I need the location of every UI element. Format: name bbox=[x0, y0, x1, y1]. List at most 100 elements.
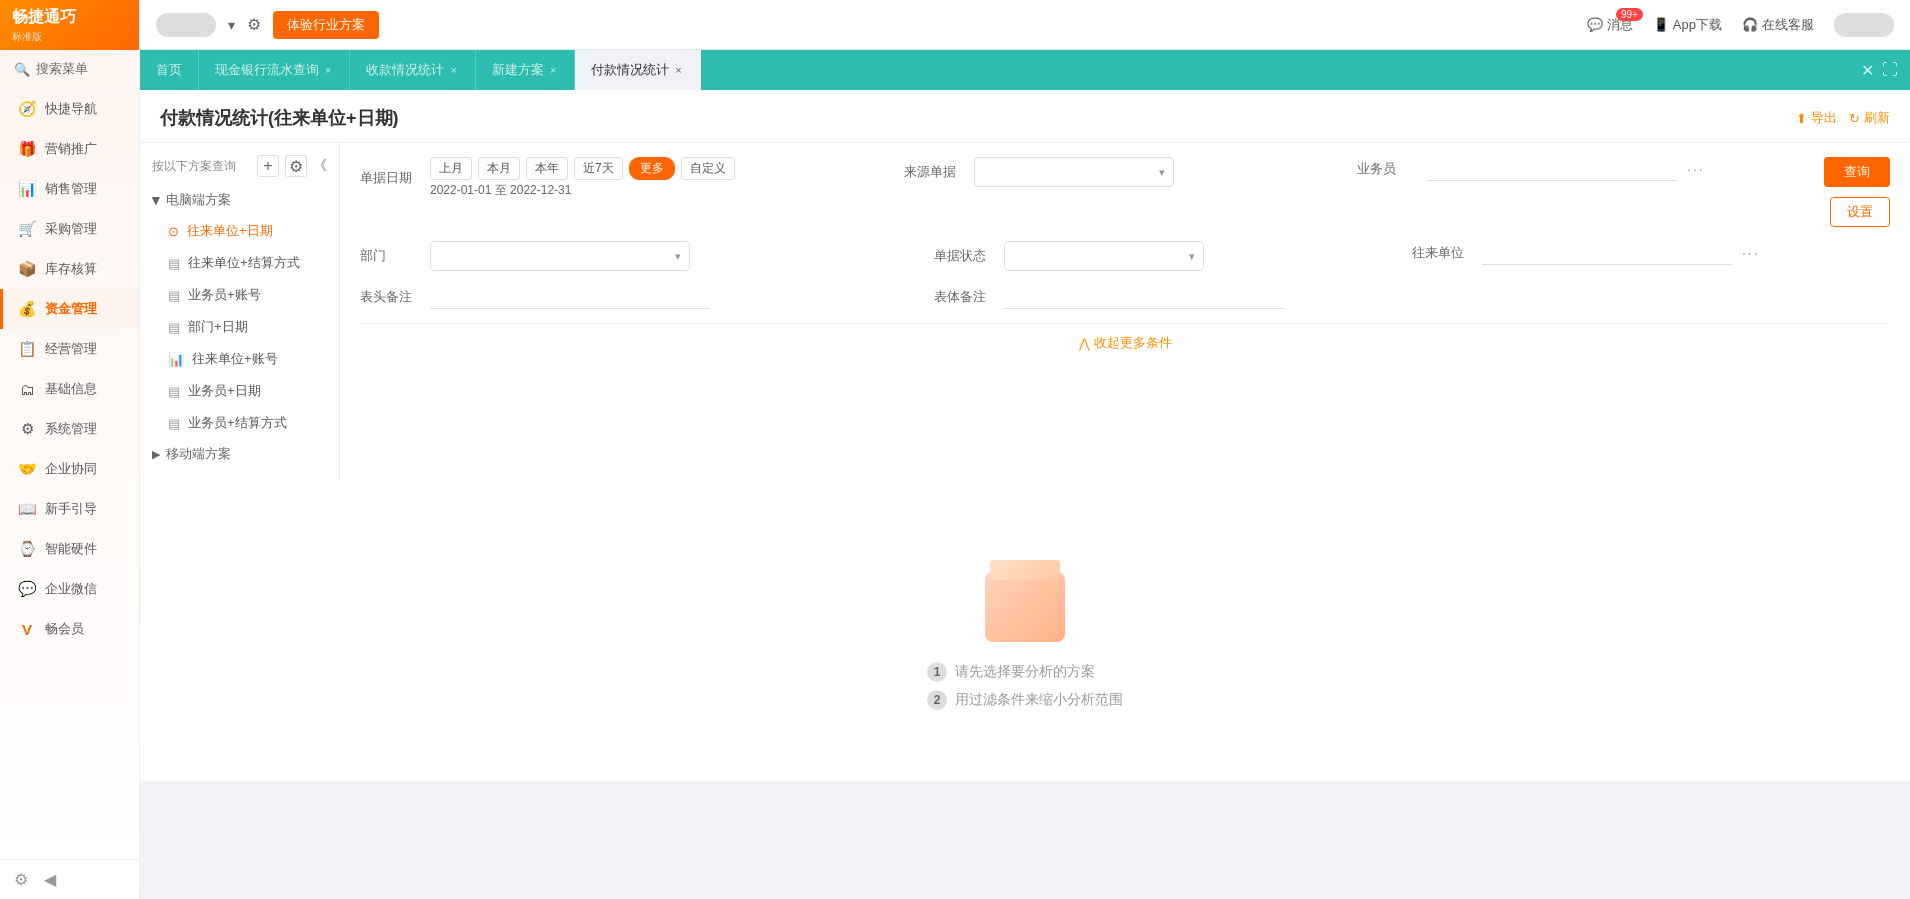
source-field: 来源单据 ▾ bbox=[904, 157, 1357, 187]
date-this-month[interactable]: 本月 bbox=[478, 157, 520, 180]
note-head-field: 表头备注 bbox=[360, 285, 934, 309]
salesperson-label: 业务员 bbox=[1357, 160, 1417, 178]
sidebar-item-enterprise[interactable]: 🤝 企业协同 bbox=[0, 449, 139, 489]
message-icon: 💬 bbox=[1587, 17, 1603, 32]
collapse-icon: ⋀ bbox=[1079, 336, 1090, 351]
scheme-item-0[interactable]: ⊙ 往来单位+日期 bbox=[140, 215, 339, 247]
tab-new-scheme-close[interactable]: × bbox=[548, 62, 558, 78]
tab-bank-close[interactable]: × bbox=[323, 62, 333, 78]
scheme-item-1[interactable]: ▤ 往来单位+结算方式 bbox=[140, 247, 339, 279]
tab-payment-close[interactable]: × bbox=[673, 62, 683, 78]
mobile-group-title[interactable]: ▶ 移动端方案 bbox=[140, 439, 339, 469]
date-range-value: 2022-01-01 至 2022-12-31 bbox=[430, 182, 735, 199]
scheme-collapse-btn[interactable]: 《 bbox=[313, 157, 327, 175]
scheme-icon-0: ⊙ bbox=[168, 224, 179, 239]
counterparty-more-btn[interactable]: ··· bbox=[1742, 245, 1760, 261]
status-select[interactable]: ▾ bbox=[1004, 241, 1204, 271]
scheme-add-btn[interactable]: + bbox=[257, 155, 279, 177]
date-this-year[interactable]: 本年 bbox=[526, 157, 568, 180]
tabbar: 首页 现金银行流水查询 × 收款情况统计 × 新建方案 × 付款情况统计 × ✕… bbox=[140, 50, 1910, 90]
status-field: 单据状态 ▾ bbox=[934, 241, 1412, 271]
phone-icon: 📱 bbox=[1653, 17, 1669, 32]
sidebar-item-sales[interactable]: 📊 销售管理 bbox=[0, 169, 139, 209]
scheme-panel-header: 按以下方案查询 + ⚙ 《 bbox=[140, 155, 339, 185]
topbar-avatar bbox=[156, 13, 216, 37]
tab-home[interactable]: 首页 bbox=[140, 50, 199, 90]
service-btn[interactable]: 🎧 在线客服 bbox=[1742, 16, 1814, 34]
page-title: 付款情况统计(往来单位+日期) bbox=[160, 106, 399, 130]
empty-hint-2: 2 用过滤条件来缩小分析范围 bbox=[927, 690, 1123, 710]
sidebar-collapse-btn[interactable]: ◀ bbox=[44, 870, 56, 889]
scheme-item-3[interactable]: ▤ 部门+日期 bbox=[140, 311, 339, 343]
scheme-icon-2: ▤ bbox=[168, 288, 180, 303]
tab-new-scheme[interactable]: 新建方案 × bbox=[476, 50, 575, 90]
export-icon: ⬆ bbox=[1796, 111, 1807, 126]
export-btn[interactable]: ⬆ 导出 bbox=[1796, 109, 1837, 127]
date-last-7days[interactable]: 近7天 bbox=[574, 157, 623, 180]
scheme-item-2[interactable]: ▤ 业务员+账号 bbox=[140, 279, 339, 311]
refresh-btn[interactable]: ↻ 刷新 bbox=[1849, 109, 1890, 127]
date-more[interactable]: 更多 bbox=[629, 157, 675, 180]
sidebar-item-baseinfo[interactable]: 🗂 基础信息 bbox=[0, 369, 139, 409]
marketing-icon: 🎁 bbox=[17, 140, 37, 158]
scheme-item-5[interactable]: ▤ 业务员+日期 bbox=[140, 375, 339, 407]
sidebar-item-marketing[interactable]: 🎁 营销推广 bbox=[0, 129, 139, 169]
dept-label: 部门 bbox=[360, 247, 420, 265]
filter-right: 单据日期 上月 本月 本年 近7天 更多 自定义 20 bbox=[340, 143, 1910, 481]
operation-icon: 📋 bbox=[17, 340, 37, 358]
sidebar-item-system[interactable]: ⚙ 系统管理 bbox=[0, 409, 139, 449]
counterparty-input[interactable] bbox=[1482, 241, 1732, 265]
note-body-input[interactable] bbox=[1004, 285, 1284, 309]
date-last-month[interactable]: 上月 bbox=[430, 157, 472, 180]
query-btn[interactable]: 查询 bbox=[1824, 157, 1890, 187]
salesperson-input[interactable] bbox=[1427, 157, 1677, 181]
sidebar-item-guide[interactable]: 📖 新手引导 bbox=[0, 489, 139, 529]
tab-fullscreen-icon[interactable]: ⛶ bbox=[1882, 61, 1898, 79]
user-avatar[interactable] bbox=[1834, 13, 1894, 37]
filter-actions-top: 查询 设置 bbox=[1810, 157, 1890, 227]
date-options: 上月 本月 本年 近7天 更多 自定义 bbox=[430, 157, 735, 180]
tab-receipt[interactable]: 收款情况统计 × bbox=[350, 50, 475, 90]
scheme-settings-btn[interactable]: ⚙ bbox=[285, 155, 307, 177]
tab-close-all-icon[interactable]: ✕ bbox=[1861, 61, 1874, 80]
setting-btn[interactable]: 设置 bbox=[1830, 197, 1890, 227]
topbar-gear-btn[interactable]: ⚙ bbox=[247, 15, 261, 34]
sidebar-item-capital[interactable]: 💰 资金管理 bbox=[0, 289, 139, 329]
sidebar-item-member[interactable]: V 畅会员 bbox=[0, 609, 139, 649]
collapse-bar[interactable]: ⋀ 收起更多条件 bbox=[360, 323, 1890, 362]
sidebar-settings-btn[interactable]: ⚙ bbox=[14, 870, 28, 889]
sidebar-item-hardware[interactable]: ⌚ 智能硬件 bbox=[0, 529, 139, 569]
sidebar-item-wechat[interactable]: 💬 企业微信 bbox=[0, 569, 139, 609]
source-select[interactable]: ▾ bbox=[974, 157, 1174, 187]
inventory-icon: 📦 bbox=[17, 260, 37, 278]
sidebar-item-inventory[interactable]: 📦 库存核算 bbox=[0, 249, 139, 289]
capital-icon: 💰 bbox=[17, 300, 37, 318]
topbar-dropdown[interactable]: ▾ bbox=[228, 17, 235, 33]
sidebar-item-purchase[interactable]: 🛒 采购管理 bbox=[0, 209, 139, 249]
sidebar-item-quicknav[interactable]: 🧭 快捷导航 bbox=[0, 89, 139, 129]
salesperson-more-btn[interactable]: ··· bbox=[1687, 161, 1705, 177]
sidebar-search[interactable]: 🔍 搜索菜单 bbox=[0, 50, 139, 89]
tab-receipt-close[interactable]: × bbox=[448, 62, 458, 78]
trial-btn[interactable]: 体验行业方案 bbox=[273, 11, 379, 39]
scheme-item-6[interactable]: ▤ 业务员+结算方式 bbox=[140, 407, 339, 439]
date-custom[interactable]: 自定义 bbox=[681, 157, 735, 180]
message-btn[interactable]: 💬 消息 99+ bbox=[1587, 16, 1633, 34]
sidebar-logo: 畅捷通巧 bbox=[12, 7, 76, 28]
scheme-item-4[interactable]: 📊 往来单位+账号 bbox=[140, 343, 339, 375]
empty-box-shape bbox=[985, 572, 1065, 642]
tab-bank[interactable]: 现金银行流水查询 × bbox=[199, 50, 350, 90]
desktop-scheme-group: ▶ 电脑端方案 ⊙ 往来单位+日期 ▤ 往来单位+结算方式 ▤ bbox=[140, 185, 339, 439]
app-download-btn[interactable]: 📱 App下载 bbox=[1653, 16, 1722, 34]
scheme-icon-6: ▤ bbox=[168, 416, 180, 431]
dept-select[interactable]: ▾ bbox=[430, 241, 690, 271]
tabbar-controls: ✕ ⛶ bbox=[1849, 61, 1910, 80]
baseinfo-icon: 🗂 bbox=[17, 381, 37, 398]
date-label: 单据日期 bbox=[360, 169, 420, 187]
desktop-group-title[interactable]: ▶ 电脑端方案 bbox=[140, 185, 339, 215]
tab-payment[interactable]: 付款情况统计 × bbox=[575, 50, 700, 90]
topbar: ▾ ⚙ 体验行业方案 💬 消息 99+ 📱 App下载 🎧 在线客服 bbox=[140, 0, 1910, 50]
sidebar-item-operation[interactable]: 📋 经营管理 bbox=[0, 329, 139, 369]
note-head-input[interactable] bbox=[430, 285, 710, 309]
wechat-icon: 💬 bbox=[17, 580, 37, 598]
